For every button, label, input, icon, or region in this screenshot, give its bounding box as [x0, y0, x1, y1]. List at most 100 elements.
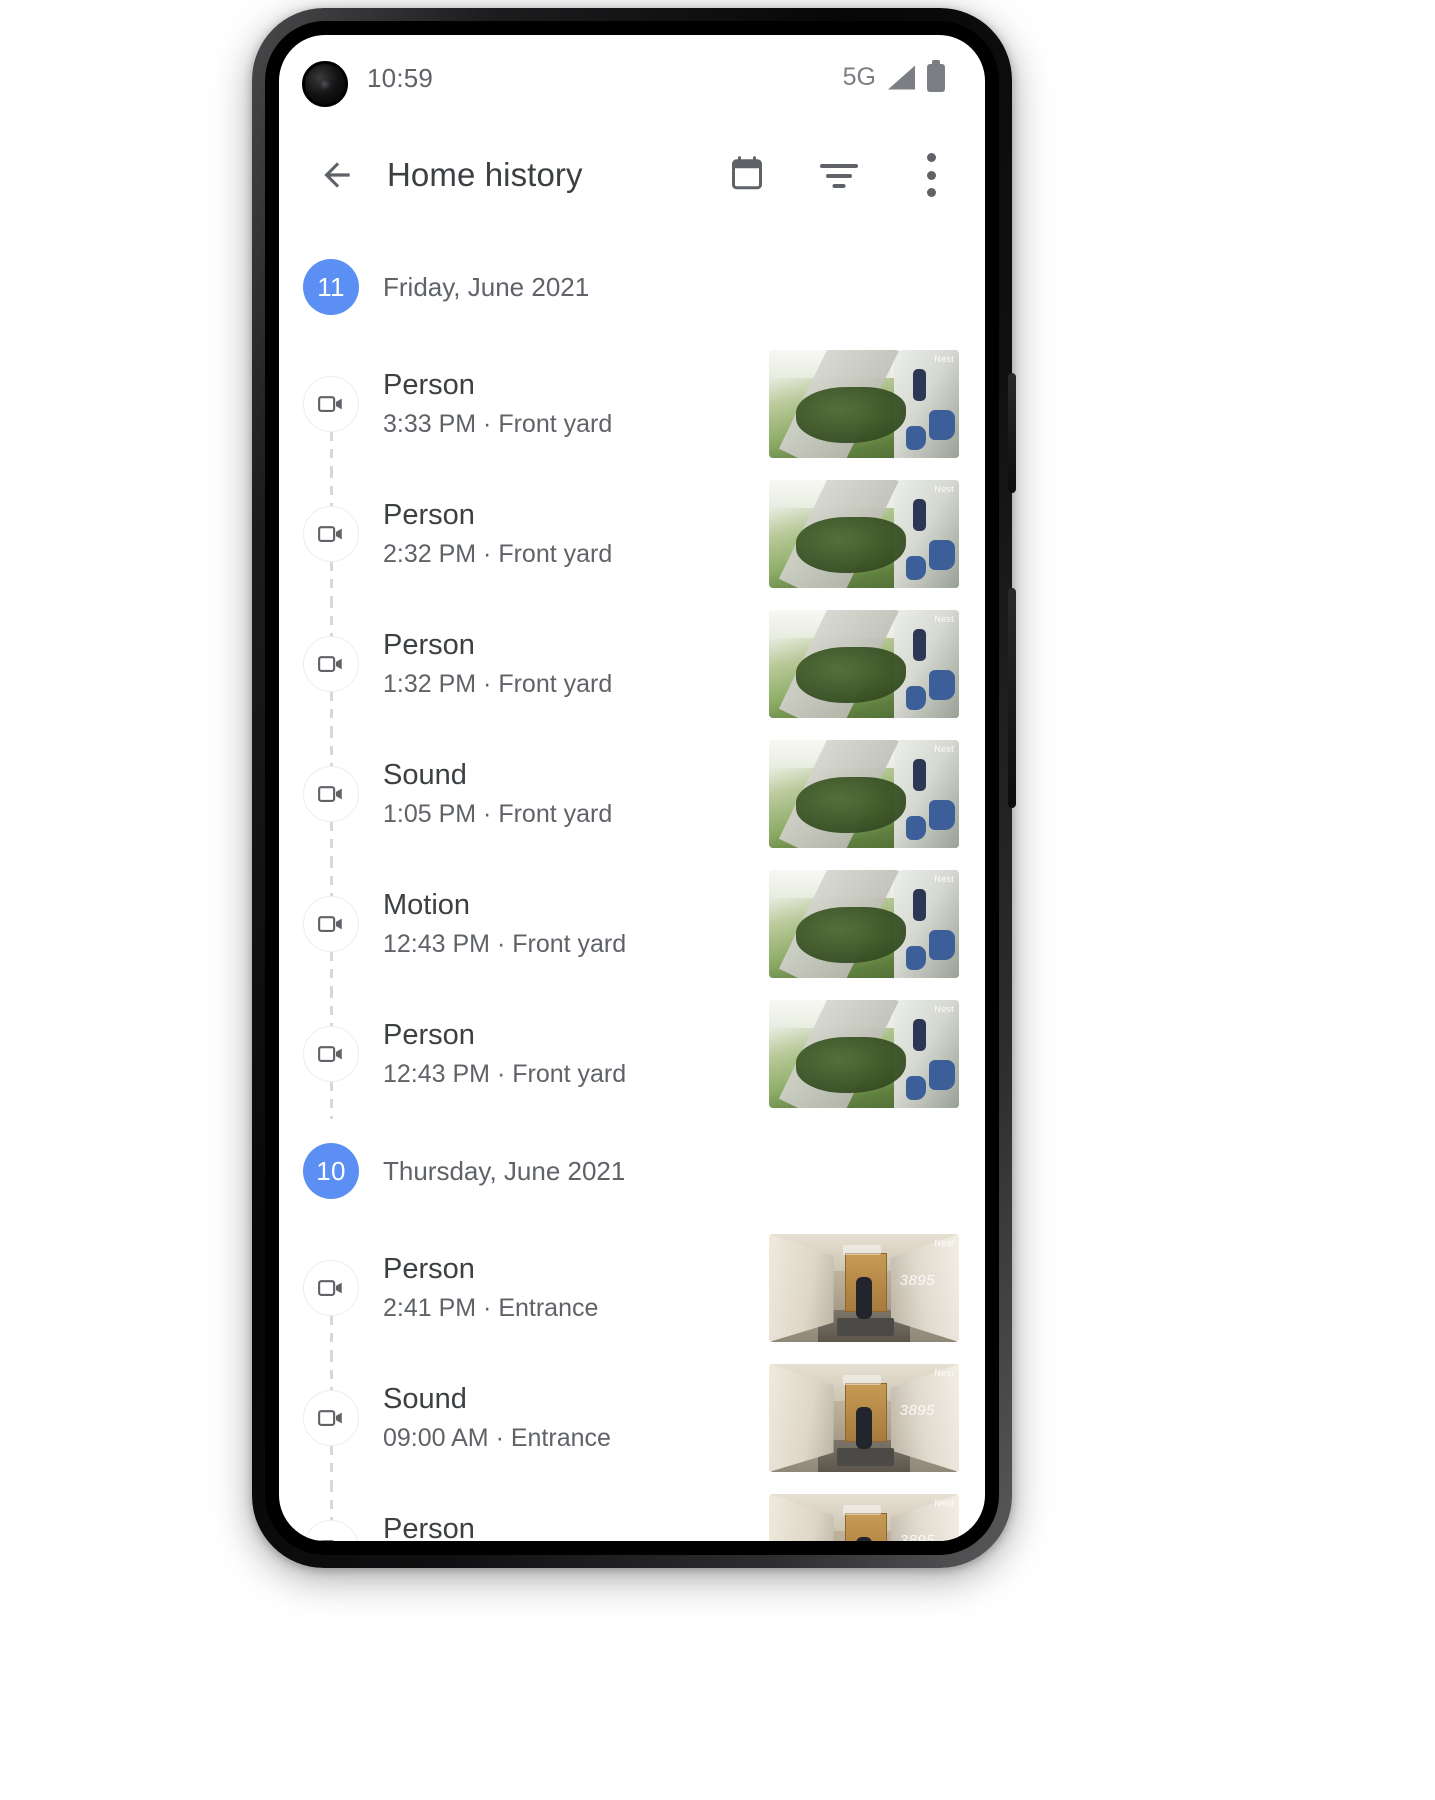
event-thumbnail[interactable]: Nest: [769, 350, 959, 458]
nest-watermark: Nest: [934, 484, 954, 494]
nest-watermark: Nest: [934, 1498, 954, 1508]
nest-watermark: Nest: [934, 354, 954, 364]
event-text: Sound 1:05 PM · Front yard: [383, 759, 612, 829]
more-vertical-icon: [926, 153, 936, 197]
event-row[interactable]: Person 2:32 PM · Front yard Nest: [279, 469, 985, 599]
video-camera-icon[interactable]: [303, 636, 359, 692]
calendar-button[interactable]: [719, 147, 775, 203]
timeline-connector: [330, 1316, 333, 1353]
timeline-rail: [303, 339, 359, 469]
page-title: Home history: [387, 156, 583, 193]
timeline-connector: [330, 729, 333, 766]
event-row[interactable]: Motion 12:43 PM · Front yard Nest: [279, 859, 985, 989]
date-header: 11 Friday, June 2021: [279, 235, 985, 339]
timeline-rail: [303, 1353, 359, 1483]
event-row[interactable]: Person09:00 AM · Entrance Nest 3895: [279, 1483, 985, 1541]
event-meta: 1:32 PM · Front yard: [383, 670, 613, 698]
phone-frame: 10:59 5G Home history 11 Friday, June 20…: [252, 8, 1016, 1568]
timeline-connector: [330, 1082, 333, 1119]
event-row[interactable]: Person 2:41 PM · Entrance Nest 3895: [279, 1223, 985, 1353]
timeline-rail: [303, 729, 359, 859]
event-text: Person 1:32 PM · Front yard: [383, 629, 612, 699]
timeline-rail: [303, 989, 359, 1119]
event-row[interactable]: Sound 1:05 PM · Front yard Nest: [279, 729, 985, 859]
timeline-connector: [330, 469, 333, 506]
video-camera-icon[interactable]: [303, 1520, 359, 1541]
video-camera-icon: [318, 916, 342, 932]
event-thumbnail[interactable]: Nest: [769, 740, 959, 848]
back-button[interactable]: [305, 143, 369, 207]
nest-watermark: Nest: [934, 614, 954, 624]
thumbnail-scene: [769, 740, 959, 848]
video-camera-icon[interactable]: [303, 376, 359, 432]
thumbnail-scene: [769, 1000, 959, 1108]
event-meta: 3:33 PM · Front yard: [383, 410, 613, 438]
event-thumbnail[interactable]: Nest 3895: [769, 1494, 959, 1541]
event-text: Person 12:43 PM · Front yard: [383, 1019, 626, 1089]
event-title: Person: [383, 629, 475, 661]
video-camera-icon[interactable]: [303, 1390, 359, 1446]
house-number-label: 3895: [899, 1272, 935, 1289]
timeline-connector: [330, 1483, 333, 1520]
video-camera-icon[interactable]: [303, 1260, 359, 1316]
video-camera-icon[interactable]: [303, 766, 359, 822]
video-camera-icon: [318, 786, 342, 802]
nest-watermark: Nest: [934, 1238, 954, 1248]
event-thumbnail[interactable]: Nest: [769, 870, 959, 978]
event-thumbnail[interactable]: Nest 3895: [769, 1234, 959, 1342]
timeline-rail: [303, 859, 359, 989]
video-camera-icon: [318, 656, 342, 672]
event-row[interactable]: Sound 09:00 AM · Entrance Nest 3895: [279, 1353, 985, 1483]
history-timeline[interactable]: 11 Friday, June 2021 Person 3:33 PM · Front…: [279, 235, 985, 1541]
event-title: Person: [383, 1513, 475, 1541]
video-camera-icon: [318, 1046, 342, 1062]
status-time: 10:59: [367, 63, 434, 93]
nest-watermark: Nest: [934, 1368, 954, 1378]
event-thumbnail[interactable]: Nest: [769, 610, 959, 718]
event-title: Sound: [383, 759, 467, 791]
event-text: Person 3:33 PM · Front yard: [383, 369, 612, 439]
house-number-label: 3895: [899, 1532, 935, 1541]
nest-watermark: Nest: [934, 1004, 954, 1014]
video-camera-icon[interactable]: [303, 896, 359, 952]
event-text: Motion 12:43 PM · Front yard: [383, 889, 626, 959]
event-thumbnail[interactable]: Nest: [769, 1000, 959, 1108]
video-camera-icon[interactable]: [303, 1026, 359, 1082]
timeline-rail: [303, 469, 359, 599]
overflow-menu-button[interactable]: [903, 147, 959, 203]
date-header: 10 Thursday, June 2021: [279, 1119, 985, 1223]
event-row[interactable]: Person 1:32 PM · Front yard Nest: [279, 599, 985, 729]
thumbnail-scene: [769, 480, 959, 588]
event-row[interactable]: Person 12:43 PM · Front yard Nest: [279, 989, 985, 1119]
status-indicators: 5G: [842, 59, 945, 92]
network-label: 5G: [842, 63, 876, 91]
nest-watermark: Nest: [934, 874, 954, 884]
timeline-connector: [330, 692, 333, 729]
back-arrow-icon: [324, 162, 350, 188]
video-camera-icon: [318, 396, 342, 412]
event-title: Person: [383, 499, 475, 531]
event-thumbnail[interactable]: Nest: [769, 480, 959, 588]
filter-button[interactable]: [811, 147, 867, 203]
power-button[interactable]: [1008, 373, 1016, 493]
video-camera-icon: [318, 1280, 342, 1296]
event-row[interactable]: Person 3:33 PM · Front yard Nest: [279, 339, 985, 469]
app-bar: Home history: [279, 127, 985, 223]
video-camera-icon: [318, 526, 342, 542]
event-meta: 2:32 PM · Front yard: [383, 540, 613, 568]
volume-button[interactable]: [1008, 588, 1016, 808]
event-title: Person: [383, 1019, 475, 1051]
front-camera-icon: [302, 61, 348, 107]
timeline-connector: [330, 1446, 333, 1483]
date-badge: 11: [303, 259, 359, 315]
event-title: Sound: [383, 1383, 467, 1415]
timeline-connector: [330, 989, 333, 1026]
event-title: Person: [383, 369, 475, 401]
thumbnail-scene: [769, 350, 959, 458]
nest-watermark: Nest: [934, 744, 954, 754]
phone-screen: 10:59 5G Home history 11 Friday, June 20…: [279, 35, 985, 1541]
video-camera-icon: [318, 1540, 335, 1541]
thumbnail-scene: [769, 870, 959, 978]
event-thumbnail[interactable]: Nest 3895: [769, 1364, 959, 1472]
video-camera-icon[interactable]: [303, 506, 359, 562]
